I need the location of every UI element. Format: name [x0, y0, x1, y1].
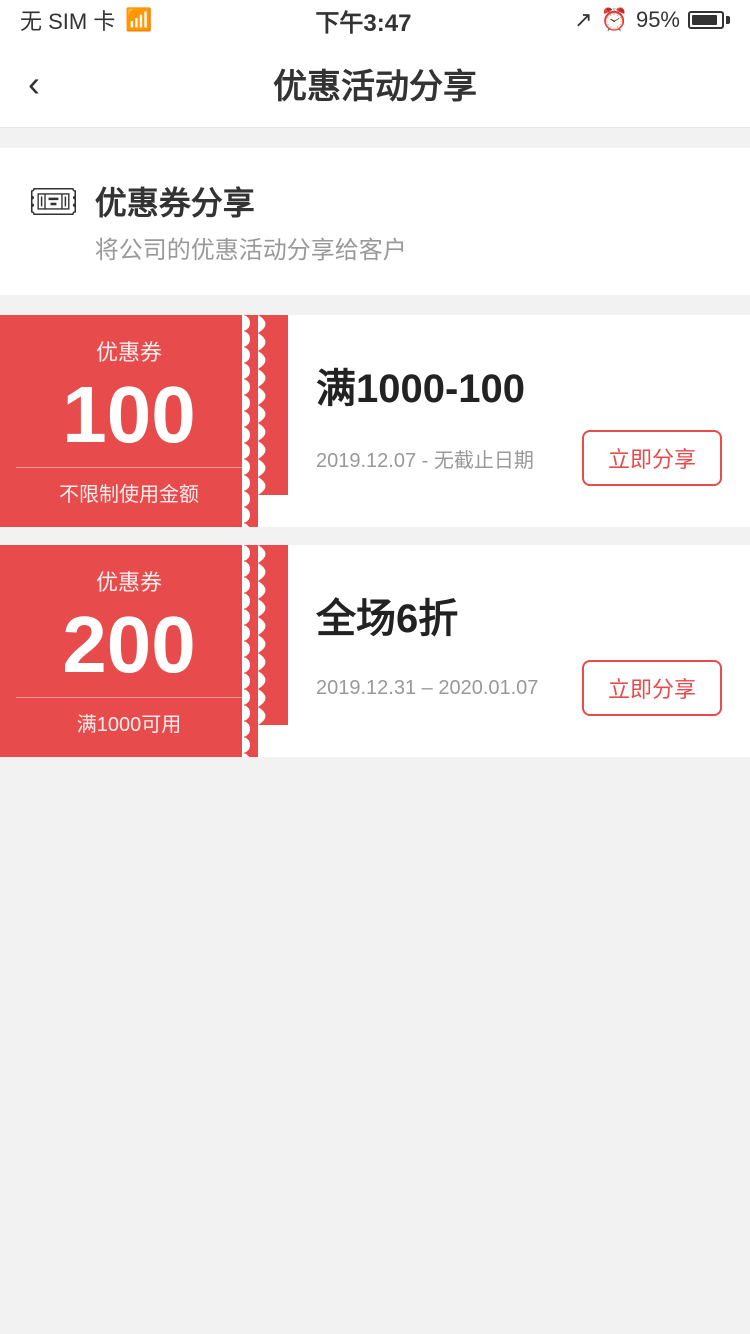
status-time: 下午3:47	[315, 3, 411, 38]
section-subtitle: 将公司的优惠活动分享给客户	[95, 230, 407, 265]
coupon-tag-1: 优惠券	[96, 335, 162, 367]
bottom-area	[0, 757, 750, 1157]
coupon-left-1: 优惠券 100 不限制使用金额	[0, 315, 258, 527]
coupon-right-1: 满1000-100 2019.12.07 - 无截止日期 立即分享	[288, 315, 750, 527]
coupon-amount-1: 100	[62, 375, 195, 455]
coupon-meta-2: 2019.12.31 – 2020.01.07 立即分享	[316, 660, 722, 716]
page-title: 优惠活动分享	[273, 59, 477, 108]
carrier-text: 无 SIM 卡	[20, 4, 115, 36]
share-button-1[interactable]: 立即分享	[582, 430, 722, 486]
coupon-card-2: 优惠券 200 满1000可用 全场6折 2019.12.31 – 2020.0…	[0, 545, 750, 757]
coupon-left-2: 优惠券 200 满1000可用	[0, 545, 258, 757]
coupon-card-1: 优惠券 100 不限制使用金额 满1000-100 2019.12.07 - 无…	[0, 315, 750, 527]
coupon-right-2: 全场6折 2019.12.31 – 2020.01.07 立即分享	[288, 545, 750, 757]
nav-bar: ‹ 优惠活动分享	[0, 40, 750, 128]
status-left: 无 SIM 卡 📶	[20, 4, 153, 36]
coupon-name-2: 全场6折	[316, 586, 722, 644]
battery-percent: 95%	[636, 7, 680, 33]
section-text: 优惠券分享 将公司的优惠活动分享给客户	[95, 178, 407, 265]
battery-icon	[688, 11, 730, 29]
coupon-condition-2: 满1000可用	[16, 697, 242, 737]
coupon-date-2: 2019.12.31 – 2020.01.07	[316, 677, 570, 700]
coupon-name-1: 满1000-100	[316, 356, 722, 414]
coupon-list: 优惠券 100 不限制使用金额 满1000-100 2019.12.07 - 无…	[0, 315, 750, 757]
share-button-2[interactable]: 立即分享	[582, 660, 722, 716]
back-button[interactable]: ‹	[28, 63, 40, 105]
coupon-tag-2: 优惠券	[96, 565, 162, 597]
section-title: 优惠券分享	[95, 178, 407, 224]
status-bar: 无 SIM 卡 📶 下午3:47 ↗ ⏰ 95%	[0, 0, 750, 40]
coupon-condition-1: 不限制使用金额	[16, 467, 242, 507]
wifi-icon: 📶	[125, 7, 152, 33]
location-icon: ↗	[574, 7, 592, 33]
alarm-icon: ⏰	[601, 7, 628, 33]
coupon-date-1: 2019.12.07 - 无截止日期	[316, 444, 570, 473]
coupon-meta-1: 2019.12.07 - 无截止日期 立即分享	[316, 430, 722, 486]
status-right: ↗ ⏰ 95%	[574, 7, 730, 33]
section-header: 🎟 优惠券分享 将公司的优惠活动分享给客户	[0, 148, 750, 295]
coupon-icon: 🎟	[28, 178, 79, 225]
coupon-amount-2: 200	[62, 605, 195, 685]
